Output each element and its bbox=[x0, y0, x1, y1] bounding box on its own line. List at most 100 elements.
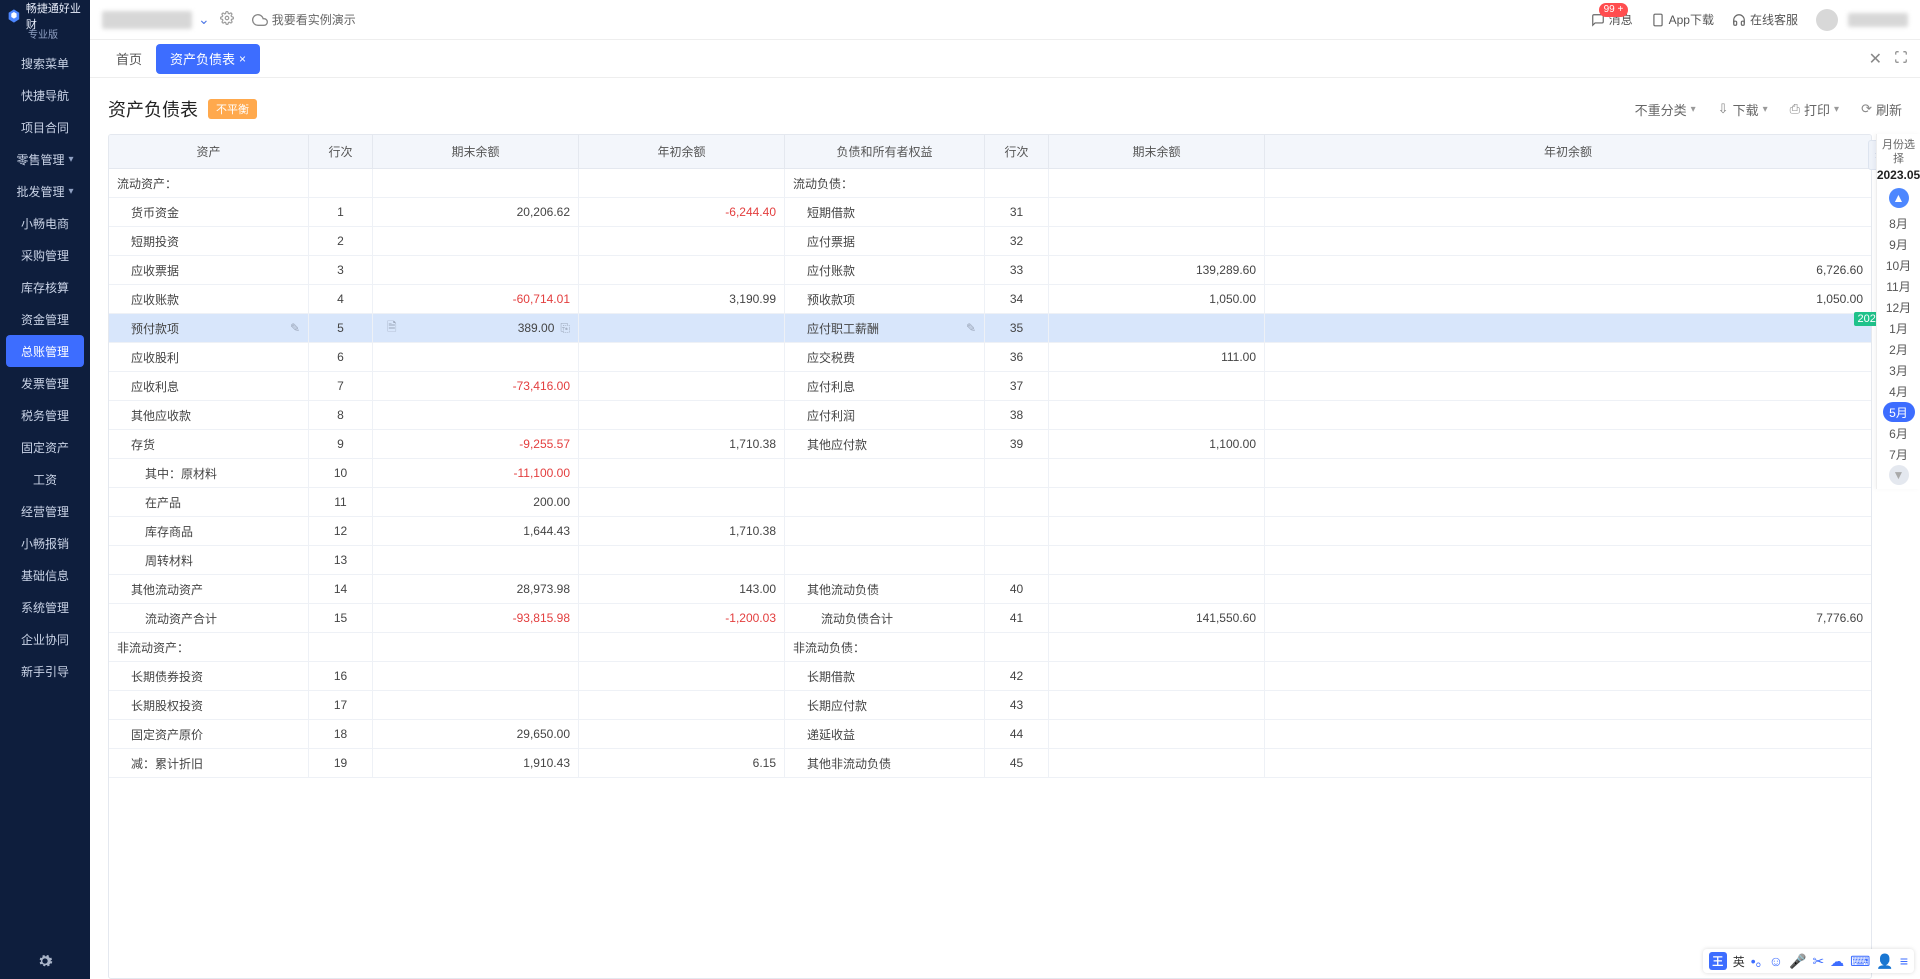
org-selector[interactable]: ⌄ bbox=[102, 11, 210, 29]
table-row[interactable]: 其中：原材料10-11,100.00 bbox=[109, 459, 1871, 488]
sidebar-item[interactable]: 新手引导 bbox=[0, 655, 90, 687]
sidebar-item[interactable]: 税务管理 bbox=[0, 399, 90, 431]
app-download-button[interactable]: App下载 bbox=[1651, 11, 1714, 28]
month-item[interactable]: 2月 bbox=[1883, 339, 1915, 359]
ime-toolbar[interactable]: 王 英 •｡ ☺ 🎤 ✂ ☁ ⌨ 👤 ≡ bbox=[1703, 949, 1914, 973]
sidebar-item[interactable]: 系统管理 bbox=[0, 591, 90, 623]
month-item[interactable]: 7月 bbox=[1883, 444, 1915, 464]
table-row[interactable]: 其他应收款8应付利润38 bbox=[109, 401, 1871, 430]
sidebar-item[interactable]: 基础信息 bbox=[0, 559, 90, 591]
sidebar-item[interactable]: 库存核算 bbox=[0, 271, 90, 303]
sidebar-item[interactable]: 企业协同 bbox=[0, 623, 90, 655]
online-service-button[interactable]: 在线客服 bbox=[1732, 11, 1798, 28]
month-scroll-down[interactable]: ▼ bbox=[1889, 465, 1909, 485]
month-item[interactable]: 6月 bbox=[1883, 423, 1915, 443]
user-menu[interactable] bbox=[1816, 9, 1908, 31]
table-row[interactable]: 库存商品121,644.431,710.38 bbox=[109, 517, 1871, 546]
sidebar-item[interactable]: 采购管理 bbox=[0, 239, 90, 271]
month-item[interactable]: 10月 bbox=[1883, 255, 1915, 275]
table-row[interactable]: 在产品11200.00 bbox=[109, 488, 1871, 517]
month-item[interactable]: 3月 bbox=[1883, 360, 1915, 380]
cell bbox=[579, 227, 785, 255]
table-row[interactable]: 应收账款4-60,714.013,190.99预收款项341,050.001,0… bbox=[109, 285, 1871, 314]
table-body[interactable]: 流动资产：流动负债：货币资金120,206.62-6,244.40短期借款31短… bbox=[109, 169, 1871, 978]
table-row[interactable]: 流动资产：流动负债： bbox=[109, 169, 1871, 198]
month-item[interactable]: 8月 bbox=[1883, 213, 1915, 233]
sidebar-item[interactable]: 小畅电商 bbox=[0, 207, 90, 239]
gear-icon[interactable] bbox=[37, 953, 53, 969]
cell bbox=[1265, 488, 1871, 516]
sidebar-item[interactable]: 发票管理 bbox=[0, 367, 90, 399]
month-item[interactable]: 12月 bbox=[1883, 297, 1915, 317]
sidebar-item[interactable]: 快捷导航 bbox=[0, 79, 90, 111]
sidebar-item[interactable]: 项目合同 bbox=[0, 111, 90, 143]
month-item[interactable]: 9月 bbox=[1883, 234, 1915, 254]
table-row[interactable]: 短期投资2应付票据32 bbox=[109, 227, 1871, 256]
print-button[interactable]: ⎙打印▾ bbox=[1790, 100, 1839, 119]
sidebar-item[interactable]: 零售管理 bbox=[0, 143, 90, 175]
cell: 33 bbox=[985, 256, 1049, 284]
cell bbox=[1049, 372, 1265, 400]
sidebar-item[interactable]: 资金管理 bbox=[0, 303, 90, 335]
month-selector-panel: 月份选择 2023.05 ▲ 8月9月10月11月12月1月2月3月4月5月6月… bbox=[1876, 134, 1920, 489]
table-row[interactable]: 减：累计折旧191,910.436.15其他非流动负债45 bbox=[109, 749, 1871, 778]
edit-icon[interactable]: ✎ bbox=[290, 321, 300, 335]
cell: 应收利息 bbox=[109, 372, 309, 400]
month-item[interactable]: 4月 bbox=[1883, 381, 1915, 401]
cell bbox=[373, 401, 579, 429]
table-row[interactable]: 应收股利6应交税费36111.00 bbox=[109, 343, 1871, 372]
cell bbox=[1049, 169, 1265, 197]
month-item[interactable]: 5月 bbox=[1883, 402, 1915, 422]
sidebar-item[interactable]: 小畅报销 bbox=[0, 527, 90, 559]
table-row[interactable]: 其他流动资产1428,973.98143.00其他流动负债40 bbox=[109, 575, 1871, 604]
sidebar-item[interactable]: 工资 bbox=[0, 463, 90, 495]
table-row[interactable]: 应收利息7-73,416.00应付利息37 bbox=[109, 372, 1871, 401]
cell: 18 bbox=[309, 720, 373, 748]
cell bbox=[579, 691, 785, 719]
download-button[interactable]: ⇩下载▾ bbox=[1718, 100, 1768, 119]
month-scroll-up[interactable]: ▲ bbox=[1889, 188, 1909, 208]
table-row[interactable]: 长期股权投资17长期应付款43 bbox=[109, 691, 1871, 720]
table-row[interactable]: 固定资产原价1829,650.00递延收益44 bbox=[109, 720, 1871, 749]
doc-icon[interactable]: 🗎 bbox=[387, 318, 397, 339]
cell: 41 bbox=[985, 604, 1049, 632]
close-all-tabs-icon[interactable]: ✕ bbox=[1869, 49, 1882, 69]
tab[interactable]: 资产负债表× bbox=[156, 44, 260, 74]
table-row[interactable]: 长期债券投资16长期借款42 bbox=[109, 662, 1871, 691]
cell: 44 bbox=[985, 720, 1049, 748]
edit-icon[interactable]: ✎ bbox=[966, 321, 976, 335]
month-item[interactable]: 11月 bbox=[1883, 276, 1915, 296]
cell bbox=[373, 691, 579, 719]
table-row[interactable]: 流动资产合计15-93,815.98-1,200.03流动负债合计41141,5… bbox=[109, 604, 1871, 633]
table-row[interactable]: 非流动资产：非流动负债： bbox=[109, 633, 1871, 662]
cell bbox=[579, 633, 785, 661]
table-row[interactable]: 预付款项✎5🗎389.00⎘应付职工薪酬✎35 bbox=[109, 314, 1871, 343]
cell: 29,650.00 bbox=[373, 720, 579, 748]
no-reclass-select[interactable]: 不重分类▾ bbox=[1635, 100, 1696, 119]
th-liab: 负债和所有者权益 bbox=[785, 135, 985, 168]
table-row[interactable]: 货币资金120,206.62-6,244.40短期借款31 bbox=[109, 198, 1871, 227]
fullscreen-icon[interactable] bbox=[1894, 50, 1908, 67]
brand-edition: 专业版 bbox=[0, 26, 90, 47]
month-panel-title: 月份选择 bbox=[1877, 138, 1920, 166]
cell bbox=[1049, 633, 1265, 661]
cell bbox=[1265, 575, 1871, 603]
month-item[interactable]: 1月 bbox=[1883, 318, 1915, 338]
settings-icon[interactable] bbox=[220, 11, 234, 28]
demo-link[interactable]: 我要看实例演示 bbox=[252, 11, 356, 28]
table-row[interactable]: 应收票据3应付账款33139,289.606,726.60 bbox=[109, 256, 1871, 285]
table-row[interactable]: 周转材料13 bbox=[109, 546, 1871, 575]
cell: 流动负债： bbox=[785, 169, 985, 197]
refresh-button[interactable]: ⟳刷新 bbox=[1861, 100, 1902, 119]
org-name-redacted bbox=[102, 11, 192, 29]
close-icon[interactable]: × bbox=[239, 52, 246, 66]
sidebar-item[interactable]: 经营管理 bbox=[0, 495, 90, 527]
table-row[interactable]: 存货9-9,255.571,710.38其他应付款391,100.00 bbox=[109, 430, 1871, 459]
sidebar-item[interactable]: 搜索菜单 bbox=[0, 47, 90, 79]
doc-icon[interactable]: ⎘ bbox=[560, 321, 570, 336]
tab[interactable]: 首页 bbox=[102, 44, 156, 74]
sidebar-item[interactable]: 批发管理 bbox=[0, 175, 90, 207]
messages-button[interactable]: 99 + 消息 bbox=[1591, 11, 1633, 28]
sidebar-item[interactable]: 总账管理 bbox=[6, 335, 84, 367]
sidebar-item[interactable]: 固定资产 bbox=[0, 431, 90, 463]
